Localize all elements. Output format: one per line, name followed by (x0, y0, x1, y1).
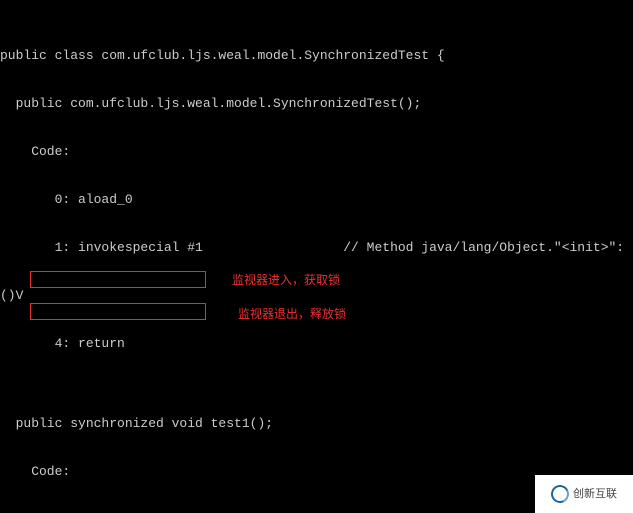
watermark: 创新互联 (535, 475, 633, 513)
watermark-text: 创新互联 (573, 486, 617, 502)
code-line: Code: (0, 144, 633, 160)
annotation-monitorexit: 监视器退出，释放锁 (238, 306, 346, 322)
highlight-box-monitorexit (30, 303, 206, 320)
code-line: public com.ufclub.ljs.weal.model.Synchro… (0, 96, 633, 112)
watermark-logo-icon (548, 482, 571, 505)
code-line: 4: return (0, 336, 633, 352)
code-line: 0: aload_0 (0, 192, 633, 208)
code-line: public class com.ufclub.ljs.weal.model.S… (0, 48, 633, 64)
code-line: ()V (0, 288, 633, 304)
code-line: public synchronized void test1(); (0, 416, 633, 432)
code-line: 1: invokespecial #1 // Method java/lang/… (0, 240, 633, 256)
annotation-monitorenter: 监视器进入，获取锁 (232, 272, 340, 288)
highlight-box-monitorenter (30, 271, 206, 288)
terminal-output: public class com.ufclub.ljs.weal.model.S… (0, 0, 633, 513)
